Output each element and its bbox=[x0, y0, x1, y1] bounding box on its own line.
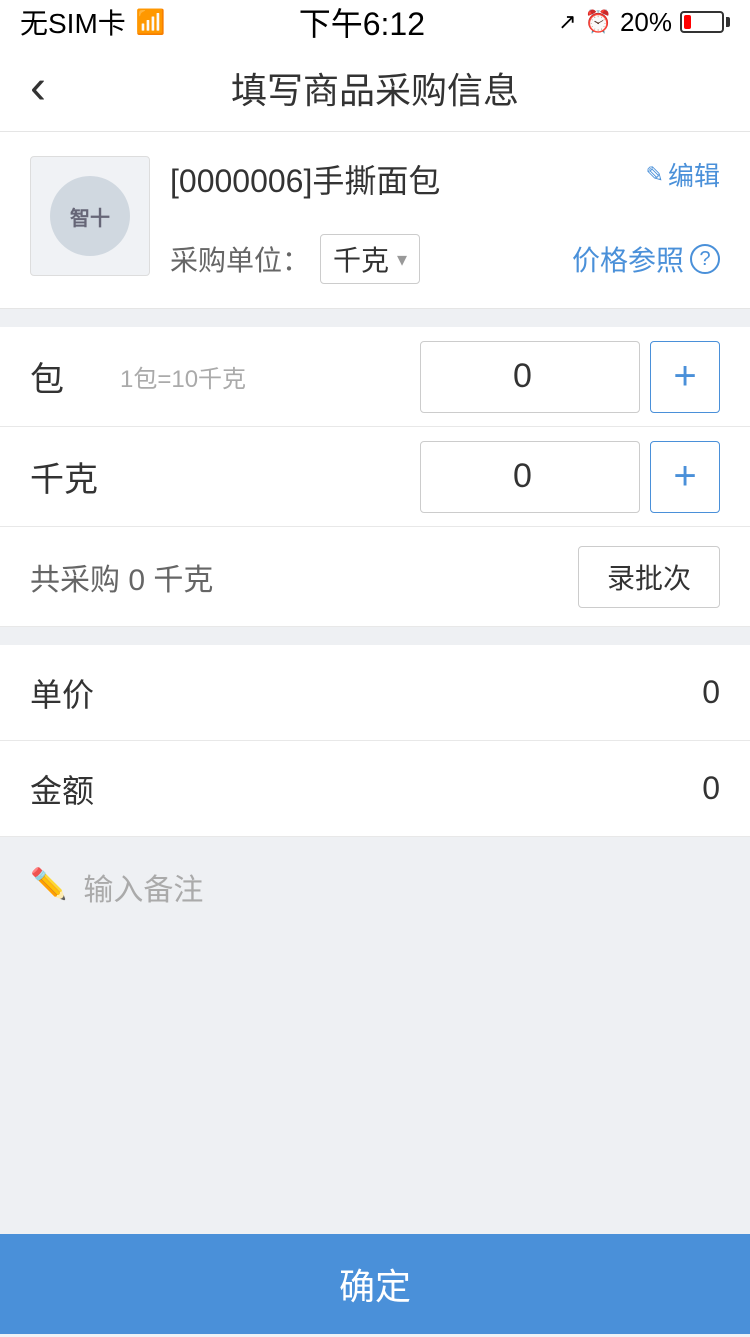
status-time: 下午6:12 bbox=[299, 0, 425, 45]
amount-value: 0 bbox=[702, 770, 720, 807]
edit-button[interactable]: ✎ 编辑 bbox=[646, 156, 720, 193]
batch-button[interactable]: 录批次 bbox=[578, 546, 720, 608]
page-title: 填写商品采购信息 bbox=[231, 62, 519, 114]
kg-plus-button[interactable]: + bbox=[650, 441, 720, 513]
nav-bar: ‹ 填写商品采购信息 bbox=[0, 44, 750, 132]
product-info: [0000006]手撕面包 ✎ 编辑 采购单位： 千克 ▾ 价格参照 ? bbox=[170, 156, 720, 284]
bag-label: 包 bbox=[30, 352, 110, 401]
logo-text: 智十 bbox=[70, 202, 110, 231]
unit-price-row: 单价 0 bbox=[0, 645, 750, 741]
status-bar: 无SIM卡 📶 下午6:12 ↗ ⏰ 20% bbox=[0, 0, 750, 44]
product-logo: 智十 bbox=[50, 176, 130, 256]
unit-label: 采购单位： bbox=[170, 239, 310, 279]
kg-input-group: + bbox=[420, 441, 720, 513]
bag-input-group: + bbox=[420, 341, 720, 413]
location-icon: ↗ bbox=[558, 9, 576, 35]
bag-row: 包 1包=10千克 + bbox=[0, 327, 750, 427]
summary-text: 共采购 0 千克 bbox=[30, 555, 578, 599]
unit-selector[interactable]: 千克 ▾ bbox=[320, 234, 420, 284]
confirm-bar[interactable]: 确定 bbox=[0, 1234, 750, 1334]
chevron-down-icon: ▾ bbox=[397, 247, 407, 272]
remark-section[interactable]: ✏️ 输入备注 bbox=[0, 837, 750, 1237]
back-button[interactable]: ‹ bbox=[30, 60, 46, 115]
bag-quantity-input[interactable] bbox=[420, 341, 640, 413]
quantity-form: 包 1包=10千克 + 千克 + 共采购 0 千克 录批次 bbox=[0, 327, 750, 627]
summary-row: 共采购 0 千克 录批次 bbox=[0, 527, 750, 627]
battery-percent: 20% bbox=[620, 7, 672, 38]
amount-label: 金额 bbox=[30, 766, 702, 812]
section-separator-1 bbox=[0, 309, 750, 327]
price-ref-button[interactable]: 价格参照 ? bbox=[572, 239, 720, 279]
kg-label: 千克 bbox=[30, 452, 110, 501]
unit-price-label: 单价 bbox=[30, 670, 702, 716]
pencil-icon: ✏️ bbox=[30, 867, 67, 902]
carrier-label: 无SIM卡 bbox=[20, 2, 126, 42]
kg-quantity-input[interactable] bbox=[420, 441, 640, 513]
unit-price-value: 0 bbox=[702, 674, 720, 711]
alarm-icon: ⏰ bbox=[585, 9, 612, 35]
bag-plus-button[interactable]: + bbox=[650, 341, 720, 413]
remark-input[interactable]: 输入备注 bbox=[83, 865, 203, 909]
price-section: 单价 0 金额 0 bbox=[0, 645, 750, 837]
help-icon: ? bbox=[690, 244, 720, 274]
bag-hint: 1包=10千克 bbox=[120, 359, 420, 394]
confirm-button[interactable]: 确定 bbox=[339, 1258, 411, 1310]
status-left: 无SIM卡 📶 bbox=[20, 2, 166, 42]
product-name: [0000006]手撕面包 bbox=[170, 156, 440, 202]
wifi-icon: 📶 bbox=[136, 8, 166, 37]
section-separator-2 bbox=[0, 627, 750, 645]
product-card: 智十 [0000006]手撕面包 ✎ 编辑 采购单位： 千克 ▾ 价格参照 ? bbox=[0, 132, 750, 309]
kg-row: 千克 + bbox=[0, 427, 750, 527]
status-right: ↗ ⏰ 20% bbox=[558, 7, 730, 38]
amount-row: 金额 0 bbox=[0, 741, 750, 837]
battery-icon bbox=[680, 11, 730, 33]
product-image: 智十 bbox=[30, 156, 150, 276]
